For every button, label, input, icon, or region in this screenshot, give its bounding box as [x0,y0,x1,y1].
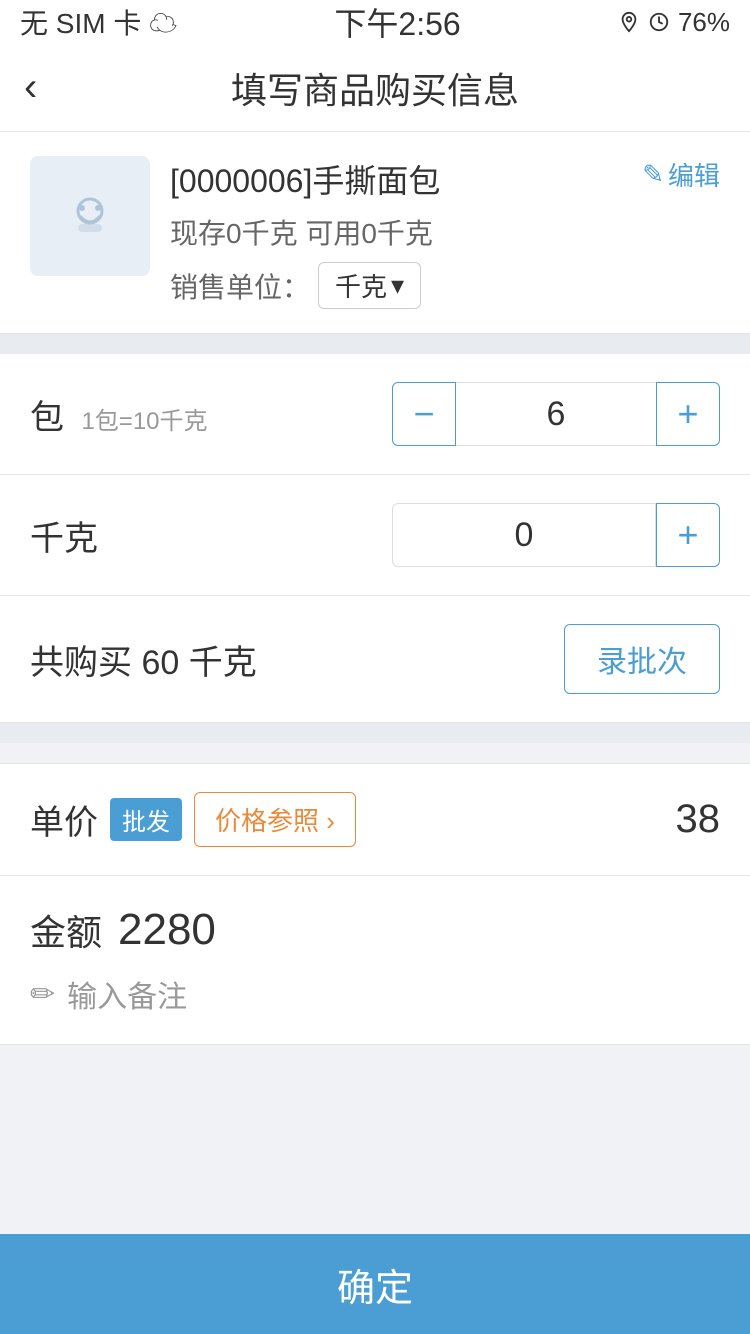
price-badge: 批发 [110,798,182,841]
bao-minus-button[interactable]: − [392,382,456,446]
bao-input[interactable] [456,382,656,446]
kg-plus-button[interactable]: + [656,503,720,567]
total-text: 共购买 60 千克 [30,635,257,684]
input-section: 包 1包=10千克 − + 千克 + [0,354,750,596]
status-bar: 无 SIM 卡 ☁ 下午2:56 76% [0,0,750,44]
price-section: 单价 批发 价格参照 › 38 [0,763,750,876]
price-value: 38 [676,797,721,842]
bao-label: 包 1包=10千克 [30,390,392,439]
separator-2 [0,723,750,743]
bao-qty-control: − + [392,382,720,446]
kg-label: 千克 [30,511,392,560]
sim-label: 无 SIM 卡 ☁ [20,2,177,42]
unit-select[interactable]: 千克 ▾ [318,262,421,309]
amount-label: 金额 [30,904,102,956]
product-card: [0000006]手撕面包 现存0千克 可用0千克 销售单位： 千克 ▾ ✎ 编… [0,132,750,334]
amount-section: 金额 2280 ✏ 输入备注 [0,876,750,1045]
note-row[interactable]: ✏ 输入备注 [30,972,720,1016]
status-time: 下午2:56 [334,0,460,45]
product-name: [0000006]手撕面包 [170,156,622,202]
edit-label: 编辑 [668,156,720,193]
nav-bar: ‹ 填写商品购买信息 [0,44,750,132]
product-stock: 现存0千克 可用0千克 [170,212,622,252]
total-row: 共购买 60 千克 录批次 [0,596,750,723]
amount-row: 金额 2280 [30,904,720,956]
edit-button[interactable]: ✎ 编辑 [642,156,720,193]
alarm-icon [648,11,670,33]
back-button[interactable]: ‹ [24,65,37,110]
bao-input-row: 包 1包=10千克 − + [0,354,750,475]
product-image [30,156,150,276]
price-row: 单价 批发 价格参照 › 38 [30,792,720,847]
status-left: 无 SIM 卡 ☁ [20,2,177,42]
note-icon: ✏ [30,977,55,1012]
unit-label: 销售单位： [170,266,310,306]
page-title: 填写商品购买信息 [231,62,519,114]
bao-plus-button[interactable]: + [656,382,720,446]
amount-value: 2280 [118,905,216,955]
price-ref-button[interactable]: 价格参照 › [194,792,356,847]
product-unit-row: 销售单位： 千克 ▾ [170,262,622,309]
price-label: 单价 批发 价格参照 › [30,792,356,847]
edit-icon: ✎ [642,159,664,190]
battery-label: 76% [678,7,730,38]
note-placeholder: 输入备注 [67,972,187,1016]
confirm-button[interactable]: 确定 [0,1234,750,1334]
kg-input[interactable] [392,503,656,567]
status-right: 76% [618,7,730,38]
bao-sub: 1包=10千克 [81,408,207,435]
separator-1 [0,334,750,354]
kg-input-row: 千克 + [0,475,750,596]
location-icon [618,11,640,33]
record-batch-button[interactable]: 录批次 [564,624,720,694]
kg-qty-control: + [392,503,720,567]
product-info: [0000006]手撕面包 现存0千克 可用0千克 销售单位： 千克 ▾ [170,156,622,309]
